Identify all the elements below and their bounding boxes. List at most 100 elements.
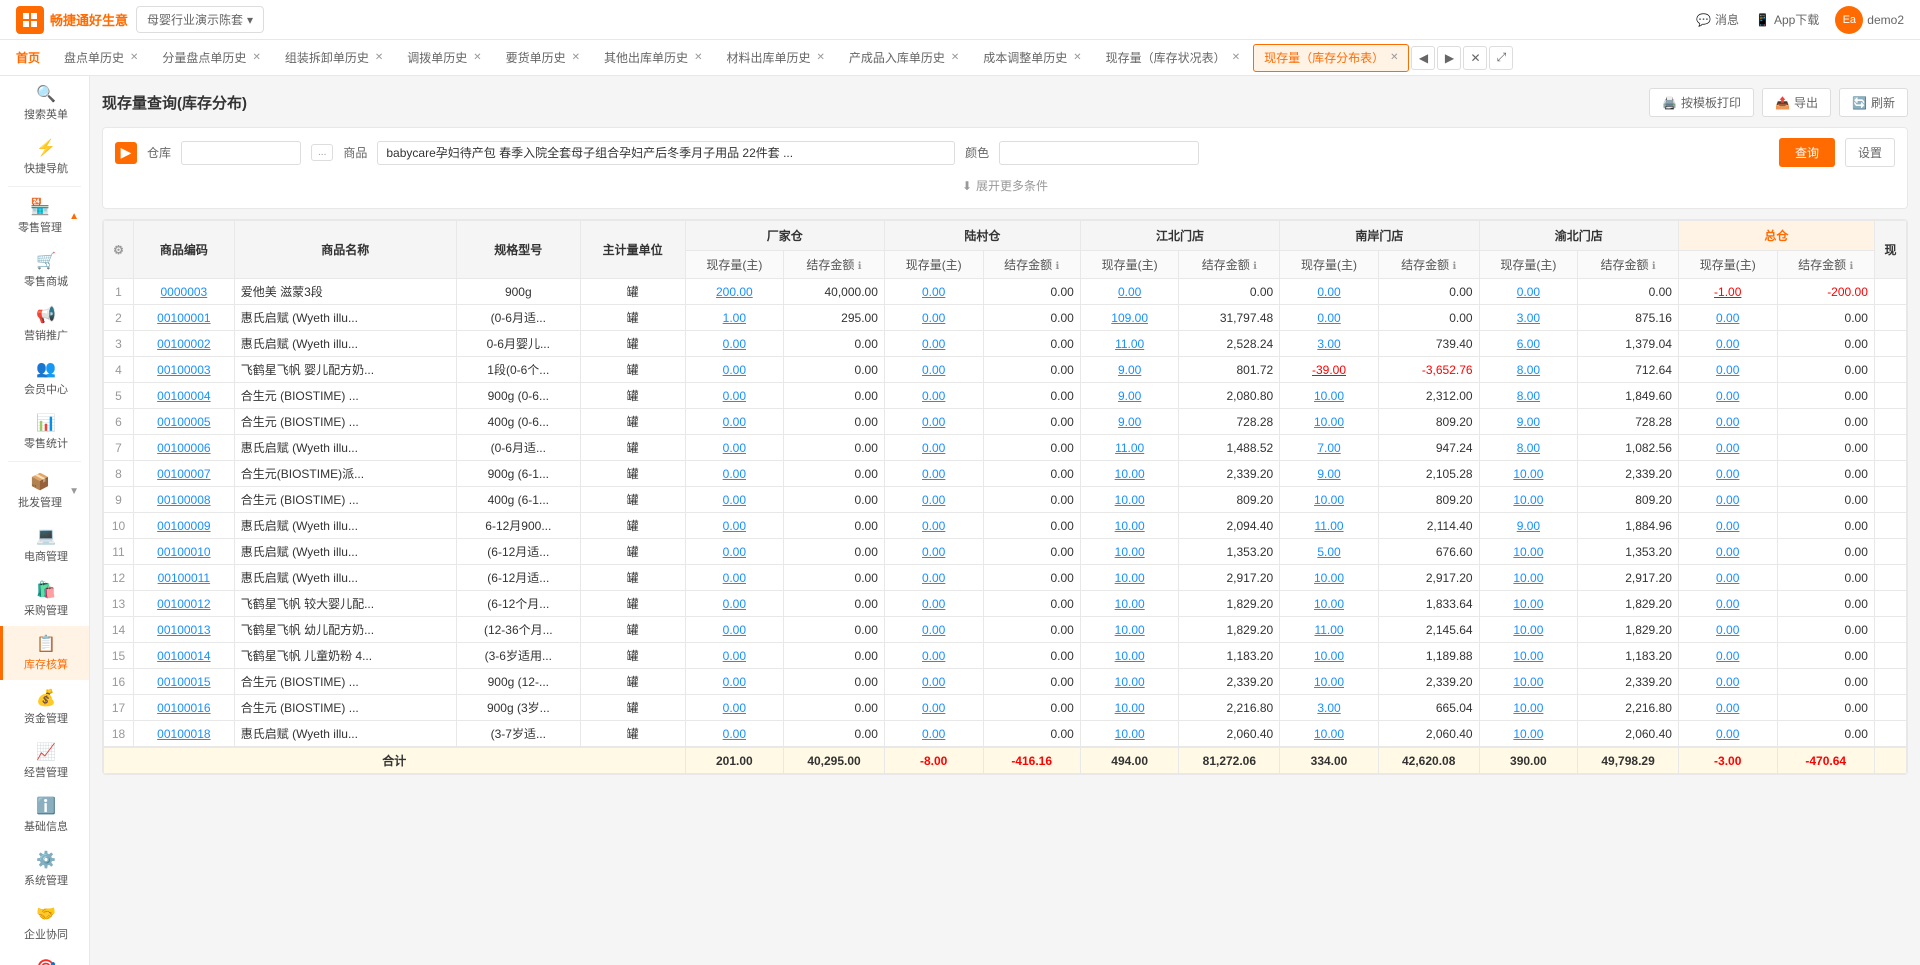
- cell-total-qty[interactable]: -1.00: [1678, 279, 1777, 305]
- cell-jiangbei-qty[interactable]: 10.00: [1080, 643, 1179, 669]
- tab-chuku[interactable]: 其他出库单历史 ✕: [593, 44, 713, 72]
- sidebar-item-guide[interactable]: 🎯 新手引导: [0, 950, 89, 965]
- cell-nanan-qty[interactable]: 10.00: [1280, 383, 1379, 409]
- cell-code[interactable]: 00100004: [134, 383, 235, 409]
- cell-code[interactable]: 00100005: [134, 409, 235, 435]
- tab-close-all-btn[interactable]: ✕: [1463, 46, 1487, 70]
- cell-total-qty[interactable]: 0.00: [1678, 565, 1777, 591]
- cell-nanan-qty[interactable]: 10.00: [1280, 591, 1379, 617]
- sidebar-item-basic[interactable]: ℹ️ 基础信息: [0, 788, 89, 842]
- cell-nanan-qty[interactable]: 7.00: [1280, 435, 1379, 461]
- cell-nanan-qty[interactable]: 10.00: [1280, 565, 1379, 591]
- sidebar-item-nav[interactable]: ⚡ 快捷导航: [0, 130, 89, 184]
- tab-close-diaobuo[interactable]: ✕: [473, 52, 481, 63]
- cell-lucun-qty[interactable]: 0.00: [884, 461, 983, 487]
- tab-zuzhang[interactable]: 组装拆卸单历史 ✕: [274, 44, 394, 72]
- cell-nanan-qty[interactable]: 10.00: [1280, 487, 1379, 513]
- sidebar-item-search[interactable]: 🔍 搜索英单: [0, 76, 89, 130]
- print-btn[interactable]: 🖨️ 按模板打印: [1649, 88, 1754, 117]
- tab-next-btn[interactable]: ▶: [1437, 46, 1461, 70]
- cell-jiangbei-qty[interactable]: 9.00: [1080, 383, 1179, 409]
- cell-lucun-qty[interactable]: 0.00: [884, 409, 983, 435]
- cell-lucun-qty[interactable]: 0.00: [884, 513, 983, 539]
- cell-yubei-qty[interactable]: 10.00: [1479, 695, 1578, 721]
- cell-jiangbei-qty[interactable]: 10.00: [1080, 695, 1179, 721]
- cell-lucun-qty[interactable]: 0.00: [884, 669, 983, 695]
- cell-jiangbei-qty[interactable]: 9.00: [1080, 357, 1179, 383]
- cell-lucun-qty[interactable]: 0.00: [884, 279, 983, 305]
- sidebar-item-purchase[interactable]: 🛍️ 采购管理: [0, 572, 89, 626]
- cell-total-qty[interactable]: 0.00: [1678, 539, 1777, 565]
- sidebar-item-retail-stat[interactable]: 📊 零售统计: [0, 405, 89, 459]
- cell-nanan-qty[interactable]: 10.00: [1280, 721, 1379, 748]
- warehouse-input[interactable]: [181, 141, 301, 165]
- cell-nanan-qty[interactable]: 3.00: [1280, 331, 1379, 357]
- cell-code[interactable]: 00100008: [134, 487, 235, 513]
- tab-chengben[interactable]: 成本调整单历史 ✕: [972, 44, 1092, 72]
- cell-lucun-qty[interactable]: 0.00: [884, 643, 983, 669]
- table-container[interactable]: ⚙ 商品编码 商品名称 规格型号 主计量单位 厂家仓 陆村仓 江北门店 南岸门店…: [102, 219, 1908, 775]
- cell-jiangbei-qty[interactable]: 10.00: [1080, 721, 1179, 748]
- tab-close-xiancunkuang[interactable]: ✕: [1232, 52, 1240, 63]
- cell-lucun-qty[interactable]: 0.00: [884, 617, 983, 643]
- cell-jiangbei-qty[interactable]: 10.00: [1080, 487, 1179, 513]
- tab-close-chuku[interactable]: ✕: [694, 52, 702, 63]
- cell-yubei-qty[interactable]: 9.00: [1479, 513, 1578, 539]
- cell-yubei-qty[interactable]: 6.00: [1479, 331, 1578, 357]
- sidebar-item-system[interactable]: ⚙️ 系统管理: [0, 842, 89, 896]
- cell-total-qty[interactable]: 0.00: [1678, 383, 1777, 409]
- tab-xiancunfenbu[interactable]: 现存量（库存分布表） ✕: [1253, 44, 1409, 72]
- cell-factory-qty[interactable]: 0.00: [685, 383, 784, 409]
- cell-yubei-qty[interactable]: 8.00: [1479, 435, 1578, 461]
- cell-factory-qty[interactable]: 0.00: [685, 695, 784, 721]
- cell-factory-qty[interactable]: 0.00: [685, 643, 784, 669]
- cell-code[interactable]: 00100015: [134, 669, 235, 695]
- goods-input[interactable]: [377, 141, 955, 165]
- cell-nanan-qty[interactable]: 0.00: [1280, 305, 1379, 331]
- sidebar-item-manage[interactable]: 📈 经营管理: [0, 734, 89, 788]
- cell-yubei-qty[interactable]: 8.00: [1479, 357, 1578, 383]
- cell-yubei-qty[interactable]: 10.00: [1479, 565, 1578, 591]
- cell-nanan-qty[interactable]: 3.00: [1280, 695, 1379, 721]
- sidebar-item-ecom[interactable]: 💻 电商管理: [0, 518, 89, 572]
- search-btn[interactable]: 查询: [1779, 138, 1835, 167]
- cell-code[interactable]: 00100011: [134, 565, 235, 591]
- cell-code[interactable]: 00100001: [134, 305, 235, 331]
- cell-total-qty[interactable]: 0.00: [1678, 721, 1777, 748]
- cell-factory-qty[interactable]: 1.00: [685, 305, 784, 331]
- cell-lucun-qty[interactable]: 0.00: [884, 435, 983, 461]
- cell-total-qty[interactable]: 0.00: [1678, 617, 1777, 643]
- cell-total-qty[interactable]: 0.00: [1678, 643, 1777, 669]
- cell-yubei-qty[interactable]: 10.00: [1479, 617, 1578, 643]
- cell-yubei-qty[interactable]: 10.00: [1479, 643, 1578, 669]
- cell-nanan-qty[interactable]: 11.00: [1280, 617, 1379, 643]
- app-download-btn[interactable]: 📱 App下载: [1755, 11, 1819, 28]
- cell-code[interactable]: 00100009: [134, 513, 235, 539]
- cell-jiangbei-qty[interactable]: 10.00: [1080, 461, 1179, 487]
- cell-total-qty[interactable]: 0.00: [1678, 695, 1777, 721]
- cell-nanan-qty[interactable]: 10.00: [1280, 409, 1379, 435]
- refresh-btn[interactable]: 🔄 刷新: [1839, 88, 1908, 117]
- cell-yubei-qty[interactable]: 10.00: [1479, 591, 1578, 617]
- cell-total-qty[interactable]: 0.00: [1678, 487, 1777, 513]
- cell-yubei-qty[interactable]: 10.00: [1479, 721, 1578, 748]
- sidebar-item-wholesale[interactable]: 📦 批发管理 ▼: [0, 464, 89, 518]
- cell-total-qty[interactable]: 0.00: [1678, 357, 1777, 383]
- color-input[interactable]: [999, 141, 1199, 165]
- sidebar-item-shop[interactable]: 🛒 零售商城: [0, 243, 89, 297]
- cell-factory-qty[interactable]: 0.00: [685, 669, 784, 695]
- cell-total-qty[interactable]: 0.00: [1678, 409, 1777, 435]
- cell-lucun-qty[interactable]: 0.00: [884, 591, 983, 617]
- cell-code[interactable]: 0000003: [134, 279, 235, 305]
- tab-chengpin[interactable]: 产成品入库单历史 ✕: [838, 44, 970, 72]
- cell-factory-qty[interactable]: 0.00: [685, 591, 784, 617]
- cell-code[interactable]: 00100016: [134, 695, 235, 721]
- cell-total-qty[interactable]: 0.00: [1678, 591, 1777, 617]
- cell-factory-qty[interactable]: 0.00: [685, 487, 784, 513]
- message-btn[interactable]: 💬 消息: [1696, 11, 1739, 28]
- sidebar-item-collab[interactable]: 🤝 企业协同: [0, 896, 89, 950]
- cell-nanan-qty[interactable]: 9.00: [1280, 461, 1379, 487]
- cell-jiangbei-qty[interactable]: 10.00: [1080, 591, 1179, 617]
- cell-lucun-qty[interactable]: 0.00: [884, 357, 983, 383]
- cell-lucun-qty[interactable]: 0.00: [884, 539, 983, 565]
